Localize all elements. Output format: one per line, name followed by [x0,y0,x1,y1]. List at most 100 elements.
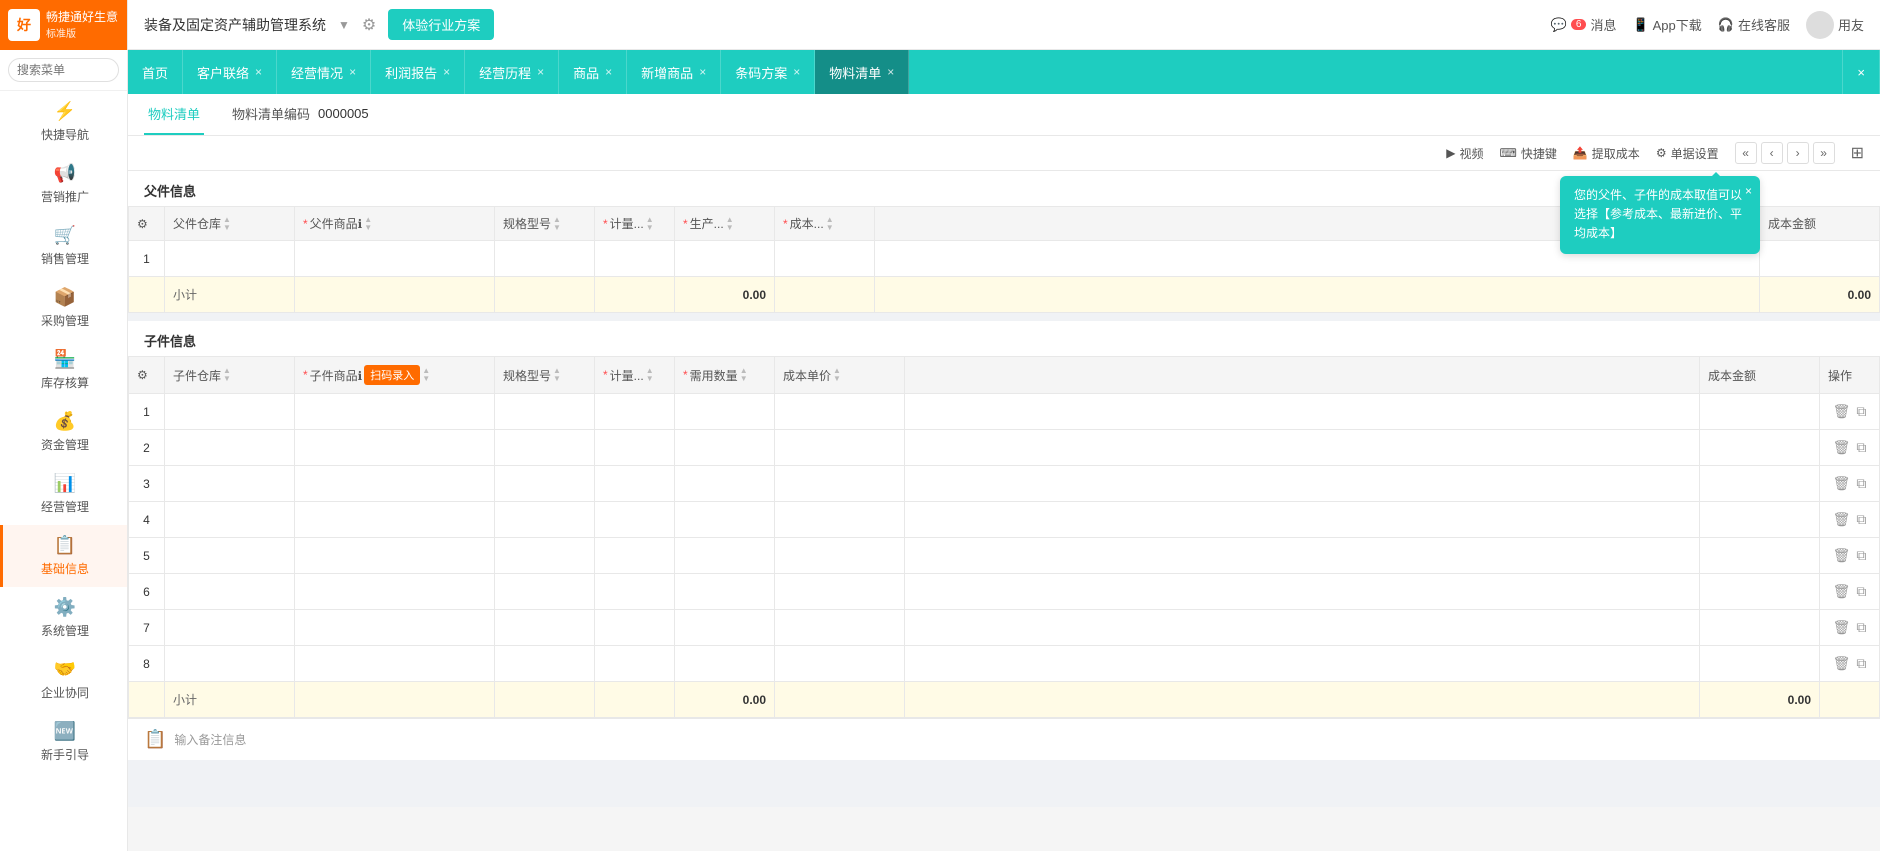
system-dropdown-arrow[interactable]: ▼ [338,18,350,32]
delete-icon[interactable]: 🗑 [1833,511,1851,528]
child-product-2[interactable] [295,430,495,466]
th-parent-settings[interactable]: ⚙ [129,207,165,241]
child-spec-6[interactable] [495,574,595,610]
child-warehouse-8[interactable] [165,646,295,682]
delete-icon[interactable]: 🗑 [1833,655,1851,672]
child-qty-5[interactable] [675,538,775,574]
sidebar-item-purchase[interactable]: 📦 采购管理 [0,277,127,339]
tab-ops-status[interactable]: 经营情况 × [277,50,371,94]
sidebar-item-quick-nav[interactable]: ⚡ 快捷导航 [0,91,127,153]
tab-bom[interactable]: 物料清单 × [815,50,909,94]
th-parent-product[interactable]: *父件商品ℹ▲▼ [295,207,495,241]
delete-icon[interactable]: 🗑 [1833,475,1851,492]
th-parent-cost[interactable]: *成本...▲▼ [775,207,875,241]
child-spec-8[interactable] [495,646,595,682]
parent-cost-1[interactable] [775,241,875,277]
user-profile[interactable]: 用友 [1806,11,1864,39]
nav-prev-prev[interactable]: « [1735,142,1757,164]
th-child-warehouse[interactable]: 子件仓库▲▼ [165,357,295,394]
th-parent-prod[interactable]: *生产...▲▼ [675,207,775,241]
child-unit-cost-2[interactable] [775,430,905,466]
th-child-unit[interactable]: *计量...▲▼ [595,357,675,394]
view-button[interactable]: ▶ 视频 [1446,145,1483,162]
trial-button[interactable]: 体验行业方案 [388,9,494,40]
sidebar-item-inventory[interactable]: 🏪 库存核算 [0,339,127,401]
parent-prod-1[interactable] [675,241,775,277]
tab-ops-close[interactable]: × [349,65,356,79]
child-spec-2[interactable] [495,430,595,466]
child-qty-3[interactable] [675,466,775,502]
sidebar-item-finance[interactable]: 💰 资金管理 [0,401,127,463]
child-warehouse-3[interactable] [165,466,295,502]
th-child-qty[interactable]: *需用数量▲▼ [675,357,775,394]
sidebar-item-system[interactable]: ⚙️ 系统管理 [0,587,127,649]
child-unit-cost-3[interactable] [775,466,905,502]
child-spec-5[interactable] [495,538,595,574]
child-spec-1[interactable] [495,394,595,430]
th-child-settings[interactable]: ⚙ [129,357,165,394]
tab-new-product[interactable]: 新增商品 × [627,50,721,94]
parent-spec-1[interactable] [495,241,595,277]
single-settings-button[interactable]: ⚙ 单据设置 [1656,145,1719,162]
tab-history-close[interactable]: × [537,65,544,79]
sidebar-item-collab[interactable]: 🤝 企业协同 [0,649,127,711]
child-product-7[interactable] [295,610,495,646]
child-spec-3[interactable] [495,466,595,502]
child-qty-2[interactable] [675,430,775,466]
tab-customer-close[interactable]: × [255,65,262,79]
copy-icon[interactable]: ⧉ [1856,475,1866,492]
child-unit-cost-4[interactable] [775,502,905,538]
delete-icon[interactable]: 🗑 [1833,439,1851,456]
copy-icon[interactable]: ⧉ [1856,619,1866,636]
child-unit-2[interactable] [595,430,675,466]
delete-icon[interactable]: 🗑 [1833,547,1851,564]
child-warehouse-4[interactable] [165,502,295,538]
child-qty-4[interactable] [675,502,775,538]
tab-profit[interactable]: 利润报告 × [371,50,465,94]
child-product-5[interactable] [295,538,495,574]
copy-icon[interactable]: ⧉ [1856,583,1866,600]
child-product-1[interactable] [295,394,495,430]
online-service-button[interactable]: 🎧 在线客服 [1718,15,1790,34]
shortcut-button[interactable]: ⌨ 快捷键 [1500,145,1557,162]
message-button[interactable]: 💬 6 消息 [1551,15,1617,34]
child-spec-7[interactable] [495,610,595,646]
tab-bom-close[interactable]: × [887,65,894,79]
tab-product-close[interactable]: × [605,65,612,79]
child-product-4[interactable] [295,502,495,538]
sub-tab-bom-code[interactable]: 物料清单编码 0000005 [228,94,373,135]
tab-close-all[interactable]: × [1842,50,1880,94]
child-spec-4[interactable] [495,502,595,538]
th-child-unit-cost[interactable]: 成本单价▲▼ [775,357,905,394]
tab-history[interactable]: 经营历程 × [465,50,559,94]
parent-product-1[interactable] [295,241,495,277]
child-qty-8[interactable] [675,646,775,682]
child-unit-8[interactable] [595,646,675,682]
sidebar-item-marketing[interactable]: 📢 营销推广 [0,153,127,215]
child-warehouse-6[interactable] [165,574,295,610]
nav-next[interactable]: › [1787,142,1809,164]
child-warehouse-2[interactable] [165,430,295,466]
child-product-3[interactable] [295,466,495,502]
delete-icon[interactable]: 🗑 [1833,403,1851,420]
child-unit-cost-6[interactable] [775,574,905,610]
child-unit-7[interactable] [595,610,675,646]
nav-next-next[interactable]: » [1813,142,1835,164]
sidebar-item-basic[interactable]: 📋 基础信息 [0,525,127,587]
tab-profit-close[interactable]: × [443,65,450,79]
child-qty-7[interactable] [675,610,775,646]
tooltip-close-button[interactable]: × [1745,182,1752,201]
delete-icon[interactable]: 🗑 [1833,619,1851,636]
child-unit-3[interactable] [595,466,675,502]
tab-home[interactable]: 首页 [128,50,183,94]
th-child-product[interactable]: *子件商品ℹ 扫码录入▲▼ [295,357,495,394]
sub-tab-bom-list[interactable]: 物料清单 [144,94,204,135]
grid-view-icon[interactable]: ⊞ [1851,143,1864,163]
copy-icon[interactable]: ⧉ [1856,655,1866,672]
child-unit-4[interactable] [595,502,675,538]
child-unit-cost-1[interactable] [775,394,905,430]
tab-product[interactable]: 商品 × [559,50,627,94]
copy-icon[interactable]: ⧉ [1856,439,1866,456]
child-qty-1[interactable] [675,394,775,430]
sidebar-item-guide[interactable]: 🆕 新手引导 [0,711,127,773]
